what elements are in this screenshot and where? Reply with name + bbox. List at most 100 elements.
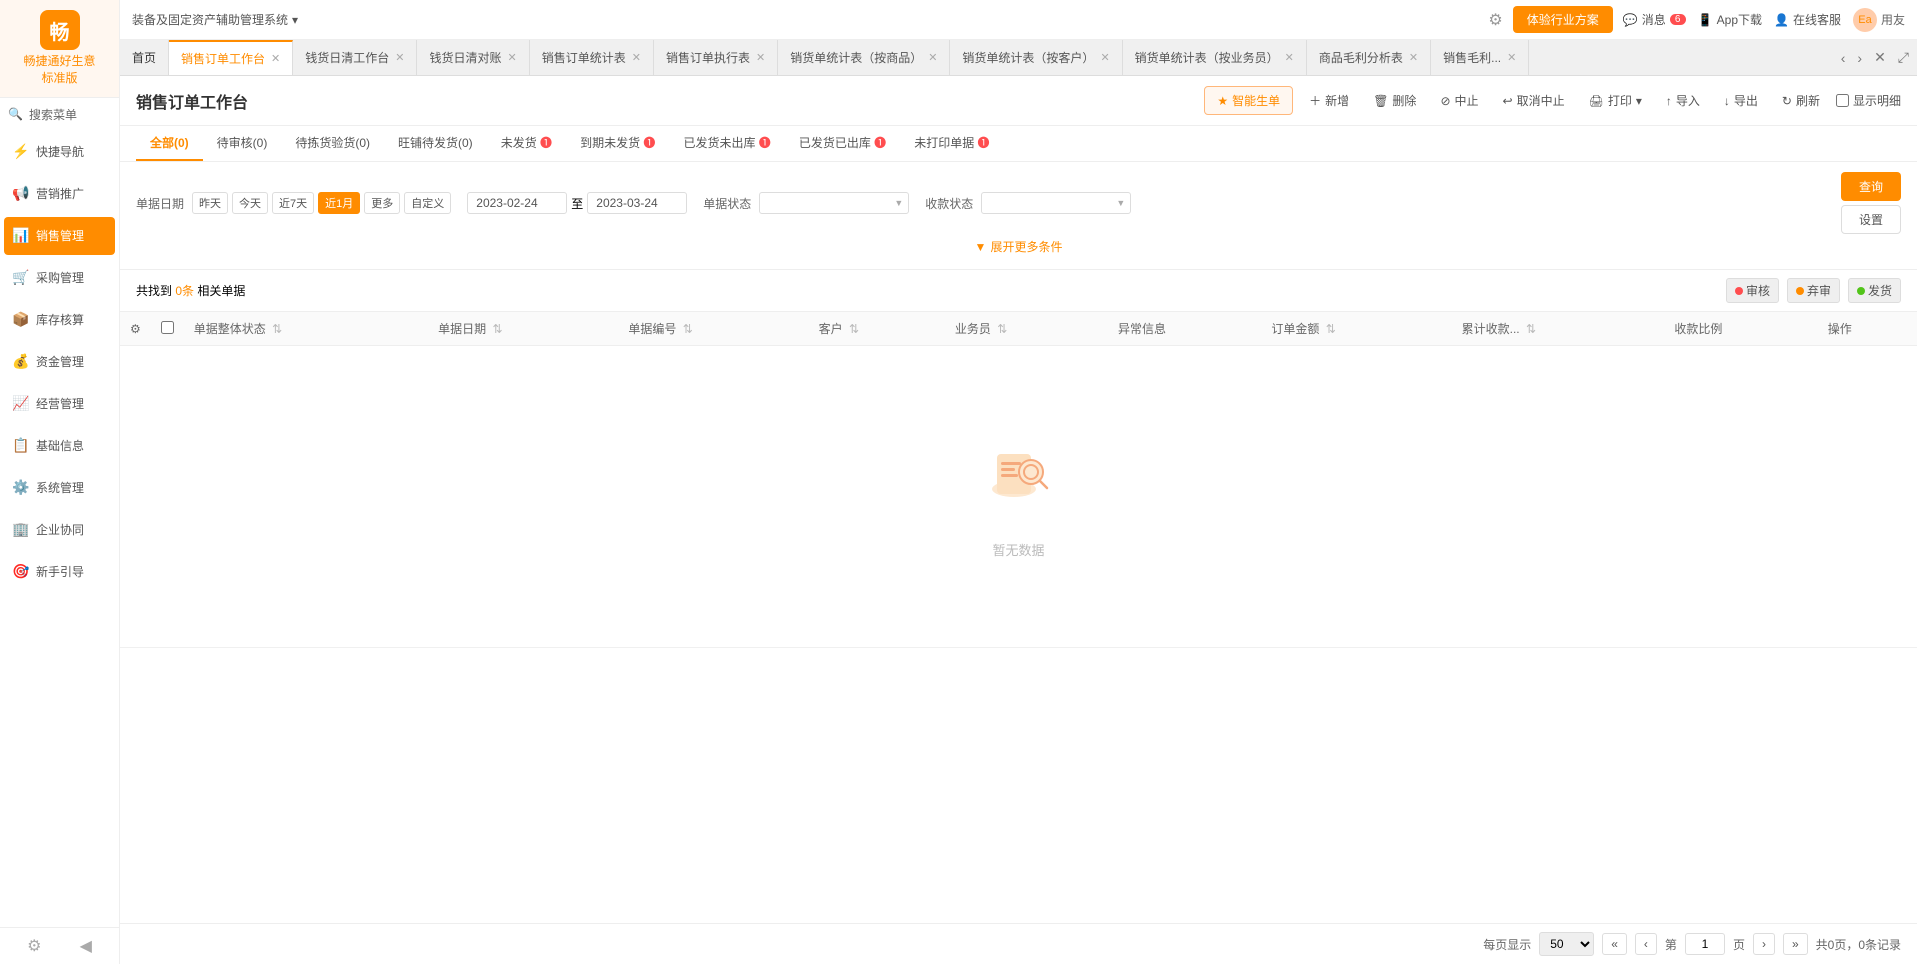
- review-button[interactable]: 审核: [1726, 278, 1779, 303]
- tab-close-icon[interactable]: ✕: [395, 51, 404, 64]
- settings-col-icon[interactable]: ⚙: [130, 322, 141, 336]
- filter-tab-pending-review[interactable]: 待审核(0): [203, 126, 282, 161]
- collapse-icon[interactable]: ◀: [80, 936, 92, 956]
- tab-maximize-button[interactable]: ⤢: [1894, 47, 1913, 68]
- setting-button[interactable]: 设置: [1841, 205, 1901, 234]
- tab-sales-order-workbench[interactable]: 销售订单工作台 ✕: [169, 40, 293, 76]
- last-page-button[interactable]: »: [1783, 933, 1808, 955]
- settings-icon[interactable]: ⚙: [27, 936, 41, 956]
- sidebar-item-system[interactable]: ⚙️ 系统管理: [4, 469, 115, 507]
- tab-close-all-button[interactable]: ✕: [1870, 47, 1890, 68]
- filter-tab-shipped-out[interactable]: 已发货已出库 ❶: [785, 126, 900, 161]
- date-btn-custom[interactable]: 自定义: [404, 192, 451, 214]
- show-detail-checkbox-label[interactable]: 显示明细: [1836, 92, 1901, 109]
- prev-page-button[interactable]: ‹: [1635, 933, 1657, 955]
- tab-close-icon[interactable]: ✕: [1409, 51, 1418, 64]
- sort-customer-icon[interactable]: ⇅: [849, 322, 859, 336]
- sort-received-icon[interactable]: ⇅: [1526, 322, 1536, 336]
- tab-sales-stats[interactable]: 销售订单统计表 ✕: [530, 40, 654, 76]
- date-btn-1month[interactable]: 近1月: [318, 192, 360, 214]
- tab-cash-daily[interactable]: 钱货日清工作台 ✕: [293, 40, 417, 76]
- filter-tab-not-printed[interactable]: 未打印单据 ❶: [900, 126, 1003, 161]
- tab-close-icon[interactable]: ✕: [508, 51, 517, 64]
- tab-close-icon[interactable]: ✕: [1285, 51, 1294, 64]
- new-button[interactable]: ＋ 新增: [1301, 88, 1357, 113]
- date-from-input[interactable]: [467, 192, 567, 214]
- sidebar-item-purchase[interactable]: 🛒 采购管理: [4, 259, 115, 297]
- tab-sales-summary-staff[interactable]: 销货单统计表（按业务员） ✕: [1123, 40, 1307, 76]
- sidebar-item-sales[interactable]: 📊 销售管理: [4, 217, 115, 255]
- payment-select[interactable]: [981, 192, 1131, 214]
- tab-close-icon[interactable]: ✕: [271, 52, 280, 65]
- tab-close-icon[interactable]: ✕: [1507, 51, 1516, 64]
- date-btn-7days[interactable]: 近7天: [272, 192, 314, 214]
- sort-date-icon[interactable]: ⇅: [492, 322, 502, 336]
- first-page-button[interactable]: «: [1602, 933, 1627, 955]
- filter-tab-all[interactable]: 全部(0): [136, 126, 203, 161]
- system-title-dropdown[interactable]: 装备及固定资产辅助管理系统 ▾: [132, 11, 298, 28]
- message-button[interactable]: 💬 消息 6: [1623, 11, 1686, 28]
- delete-button[interactable]: 🗑 删除: [1365, 88, 1424, 113]
- tab-sales-more[interactable]: 销售毛利... ✕: [1431, 40, 1529, 76]
- filter-tab-pending-inspect[interactable]: 待拣货验货(0): [281, 126, 384, 161]
- tab-next-button[interactable]: ›: [1853, 48, 1866, 68]
- online-service-button[interactable]: 👤 在线客服: [1774, 11, 1841, 28]
- user-menu[interactable]: Ea 用友: [1853, 8, 1905, 32]
- tab-prev-button[interactable]: ‹: [1837, 48, 1850, 68]
- cancel-stop-label: 取消中止: [1517, 92, 1565, 109]
- per-page-select[interactable]: 50 100 200: [1539, 932, 1594, 956]
- date-btn-today[interactable]: 今天: [232, 192, 268, 214]
- sidebar-search[interactable]: 🔍 搜索菜单: [0, 98, 119, 131]
- next-page-button[interactable]: ›: [1753, 933, 1775, 955]
- ship-btn-label: 发货: [1868, 282, 1892, 299]
- expand-conditions-button[interactable]: ▼ 展开更多条件: [136, 234, 1901, 259]
- tab-close-icon[interactable]: ✕: [632, 51, 641, 64]
- filter-tab-overdue-not-shipped[interactable]: 到期未发货 ❶: [566, 126, 669, 161]
- tab-sales-exec[interactable]: 销售订单执行表 ✕: [654, 40, 778, 76]
- tab-sales-summary-product[interactable]: 销货单统计表（按商品） ✕: [778, 40, 950, 76]
- tab-product-margin[interactable]: 商品毛利分析表 ✕: [1307, 40, 1431, 76]
- date-btn-more[interactable]: 更多: [364, 192, 400, 214]
- sort-staff-icon[interactable]: ⇅: [997, 322, 1007, 336]
- filter-tab-shipped-not-out[interactable]: 已发货未出库 ❶: [669, 126, 784, 161]
- tab-close-icon[interactable]: ✕: [756, 51, 765, 64]
- refresh-button[interactable]: ↻ 刷新: [1774, 88, 1828, 113]
- filter-tab-not-shipped[interactable]: 未发货 ❶: [487, 126, 566, 161]
- sort-amount-icon[interactable]: ⇅: [1326, 322, 1336, 336]
- smart-generate-button[interactable]: ★ 智能生单: [1204, 86, 1293, 115]
- settings-gear-icon[interactable]: ⚙: [1488, 10, 1502, 30]
- tab-cash-reconcile[interactable]: 钱货日清对账 ✕: [417, 40, 529, 76]
- ship-button[interactable]: 发货: [1848, 278, 1901, 303]
- sidebar-item-inventory[interactable]: 📦 库存核算: [4, 301, 115, 339]
- stop-button[interactable]: ⊘ 中止: [1432, 88, 1486, 113]
- cancel-review-button[interactable]: 弃审: [1787, 278, 1840, 303]
- query-button[interactable]: 查询: [1841, 172, 1901, 201]
- sidebar-item-quick-nav[interactable]: ⚡ 快捷导航: [4, 133, 115, 171]
- cancel-stop-button[interactable]: ↩ 取消中止: [1495, 88, 1573, 113]
- tab-home[interactable]: 首页: [120, 40, 169, 76]
- sort-status-icon[interactable]: ⇅: [272, 322, 282, 336]
- sidebar-item-operations[interactable]: 📈 经营管理: [4, 385, 115, 423]
- sidebar-item-label: 经营管理: [36, 395, 84, 412]
- date-btn-yesterday[interactable]: 昨天: [192, 192, 228, 214]
- sidebar-item-finance[interactable]: 💰 资金管理: [4, 343, 115, 381]
- sidebar-item-basic-info[interactable]: 📋 基础信息: [4, 427, 115, 465]
- app-download-button[interactable]: 📱 App下载: [1698, 11, 1762, 28]
- show-detail-checkbox[interactable]: [1836, 94, 1849, 107]
- sidebar-item-guide[interactable]: 🎯 新手引导: [4, 553, 115, 591]
- experience-button[interactable]: 体验行业方案: [1513, 6, 1613, 33]
- import-button[interactable]: ↑ 导入: [1658, 88, 1708, 113]
- sidebar-item-marketing[interactable]: 📢 营销推广: [4, 175, 115, 213]
- sort-number-icon[interactable]: ⇅: [683, 322, 693, 336]
- print-button[interactable]: 🖨 打印 ▾: [1581, 88, 1650, 113]
- tab-close-icon[interactable]: ✕: [1100, 51, 1109, 64]
- export-button[interactable]: ↓ 导出: [1716, 88, 1766, 113]
- status-select[interactable]: [759, 192, 909, 214]
- filter-tab-wangpu-ship[interactable]: 旺铺待发货(0): [384, 126, 487, 161]
- date-to-input[interactable]: [587, 192, 687, 214]
- tab-close-icon[interactable]: ✕: [928, 51, 937, 64]
- page-number-input[interactable]: [1685, 933, 1725, 955]
- select-all-checkbox[interactable]: [161, 321, 174, 334]
- sidebar-item-enterprise[interactable]: 🏢 企业协同: [4, 511, 115, 549]
- tab-sales-summary-customer[interactable]: 销货单统计表（按客户） ✕: [950, 40, 1122, 76]
